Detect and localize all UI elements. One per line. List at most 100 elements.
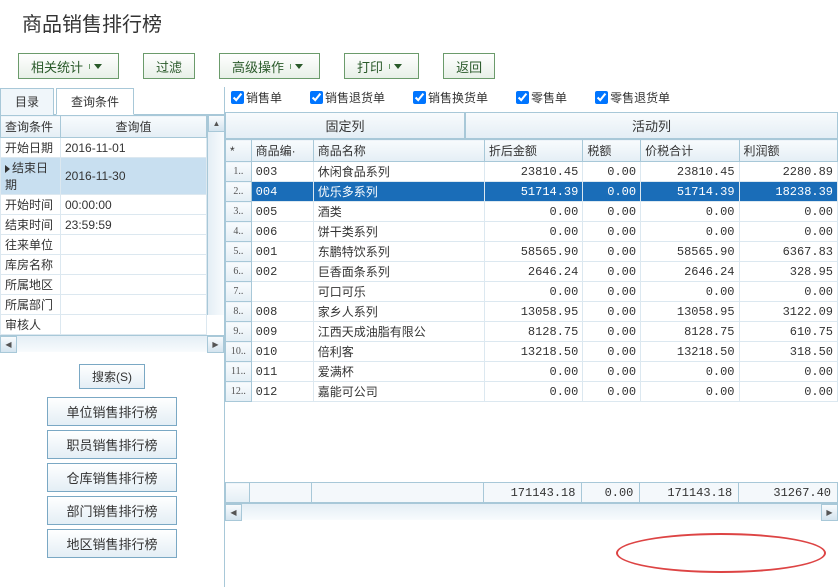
tab-catalog[interactable]: 目录 [0,88,54,115]
cell-name: 饼干类系列 [313,222,484,242]
query-header-value[interactable]: 查询值 [61,116,207,138]
scroll-right-icon[interactable]: ▶ [207,336,224,353]
cell-tax: 0.00 [583,162,641,182]
scroll-up-icon[interactable]: ▲ [208,115,225,132]
stats-dropdown[interactable] [89,64,106,69]
query-label[interactable]: 开始日期 [1,138,61,158]
query-grid: 查询条件查询值 开始日期2016-11-01结束日期2016-11-30开始时间… [0,115,207,335]
filter-button[interactable]: 过滤 [143,53,195,79]
tab-query[interactable]: 查询条件 [56,88,134,115]
checkbox[interactable] [595,91,608,104]
table-row[interactable]: 12..012嘉能可公司0.000.000.000.00 [226,382,838,402]
query-label[interactable]: 所属地区 [1,275,61,295]
table-row[interactable]: 9..009江西天成油脂有限公8128.750.008128.75610.75 [226,322,838,342]
table-row[interactable]: 3..005酒类0.000.000.000.00 [226,202,838,222]
query-label[interactable]: 开始时间 [1,195,61,215]
checkbox[interactable] [310,91,323,104]
query-value[interactable] [61,235,207,255]
table-row[interactable]: 5..001东鹏特饮系列58565.900.0058565.906367.83 [226,242,838,262]
table-row[interactable]: 7..可口可乐0.000.000.000.00 [226,282,838,302]
cell-total: 13218.50 [641,342,739,362]
query-scrollbar-v[interactable]: ▲ [207,115,224,315]
caret-down-icon [94,64,102,69]
checkbox[interactable] [516,91,529,104]
cell-code: 002 [251,262,313,282]
query-label[interactable]: 结束时间 [1,215,61,235]
search-button[interactable]: 搜索(S) [79,364,145,389]
col-profit[interactable]: 利润额 [739,140,837,162]
back-button[interactable]: 返回 [443,53,495,79]
col-name[interactable]: 商品名称 [313,140,484,162]
table-row[interactable]: 10..010倍利客13218.500.0013218.50318.50 [226,342,838,362]
col-row[interactable]: * [226,140,252,162]
row-number: 3.. [226,202,252,222]
checkbox[interactable] [231,91,244,104]
ranking-button[interactable]: 部门销售排行榜 [47,496,177,525]
ranking-button[interactable]: 单位销售排行榜 [47,397,177,426]
filter-check[interactable]: 零售退货单 [595,89,670,106]
scroll-left-icon[interactable]: ◀ [225,504,242,521]
caret-down-icon [295,64,303,69]
table-row[interactable]: 11..011爱满杯0.000.000.000.00 [226,362,838,382]
cell-code: 005 [251,202,313,222]
query-value[interactable]: 23:59:59 [61,215,207,235]
print-button[interactable]: 打印 [344,53,419,79]
col-tax[interactable]: 税额 [583,140,641,162]
query-value[interactable]: 00:00:00 [61,195,207,215]
print-dropdown[interactable] [389,64,406,69]
query-value[interactable] [61,255,207,275]
query-label[interactable]: 审核人 [1,315,61,335]
cell-code: 004 [251,182,313,202]
col-total[interactable]: 价税合计 [641,140,739,162]
query-label[interactable]: 往来单位 [1,235,61,255]
row-number: 4.. [226,222,252,242]
ranking-button[interactable]: 仓库销售排行榜 [47,463,177,492]
table-row[interactable]: 4..006饼干类系列0.000.000.000.00 [226,222,838,242]
filter-check[interactable]: 零售单 [516,89,567,106]
cell-amt: 0.00 [484,222,582,242]
filter-check[interactable]: 销售退货单 [310,89,385,106]
query-label[interactable]: 结束日期 [1,158,61,195]
table-row[interactable]: 1..003休闲食品系列23810.450.0023810.452280.89 [226,162,838,182]
query-value[interactable]: 2016-11-01 [61,138,207,158]
sum-rn [226,483,250,503]
cell-profit: 18238.39 [739,182,837,202]
adv-dropdown[interactable] [290,64,307,69]
table-row[interactable]: 8..008家乡人系列13058.950.0013058.953122.09 [226,302,838,322]
query-scrollbar-h[interactable]: ◀ ▶ [0,335,224,352]
query-label[interactable]: 库房名称 [1,255,61,275]
col-code[interactable]: 商品编· [251,140,313,162]
cell-code: 008 [251,302,313,322]
summary-row: 171143.18 0.00 171143.18 31267.40 [225,482,838,503]
col-amt[interactable]: 折后金额 [484,140,582,162]
ranking-button[interactable]: 职员销售排行榜 [47,430,177,459]
adv-button[interactable]: 高级操作 [219,53,320,79]
query-label[interactable]: 所属部门 [1,295,61,315]
query-value[interactable]: 2016-11-30 [61,158,207,195]
cell-tax: 0.00 [583,262,641,282]
cell-name: 倍利客 [313,342,484,362]
table-row[interactable]: 2..004优乐多系列51714.390.0051714.3918238.39 [226,182,838,202]
scroll-left-icon[interactable]: ◀ [0,336,17,353]
scroll-right-icon[interactable]: ▶ [821,504,838,521]
cell-code: 003 [251,162,313,182]
query-header-label[interactable]: 查询条件 [1,116,61,138]
cell-tax: 0.00 [583,242,641,262]
cell-profit: 610.75 [739,322,837,342]
checkbox[interactable] [413,91,426,104]
stats-button[interactable]: 相关统计 [18,53,119,79]
ranking-button[interactable]: 地区销售排行榜 [47,529,177,558]
query-value[interactable] [61,295,207,315]
cell-tax: 0.00 [583,322,641,342]
query-value[interactable] [61,275,207,295]
group-headers: 固定列 活动列 [225,112,838,139]
cell-tax: 0.00 [583,282,641,302]
checks-row: 销售单 销售退货单 销售换货单 零售单 零售退货单 [225,87,838,112]
toolbar: 相关统计 过滤 高级操作 打印 返回 [0,49,838,87]
filter-check[interactable]: 销售换货单 [413,89,488,106]
data-scrollbar-h[interactable]: ◀ ▶ [225,503,838,520]
query-value[interactable] [61,315,207,335]
filter-check[interactable]: 销售单 [231,89,282,106]
table-row[interactable]: 6..002巨香面条系列2646.240.002646.24328.95 [226,262,838,282]
sum-total: 171143.18 [640,483,739,503]
